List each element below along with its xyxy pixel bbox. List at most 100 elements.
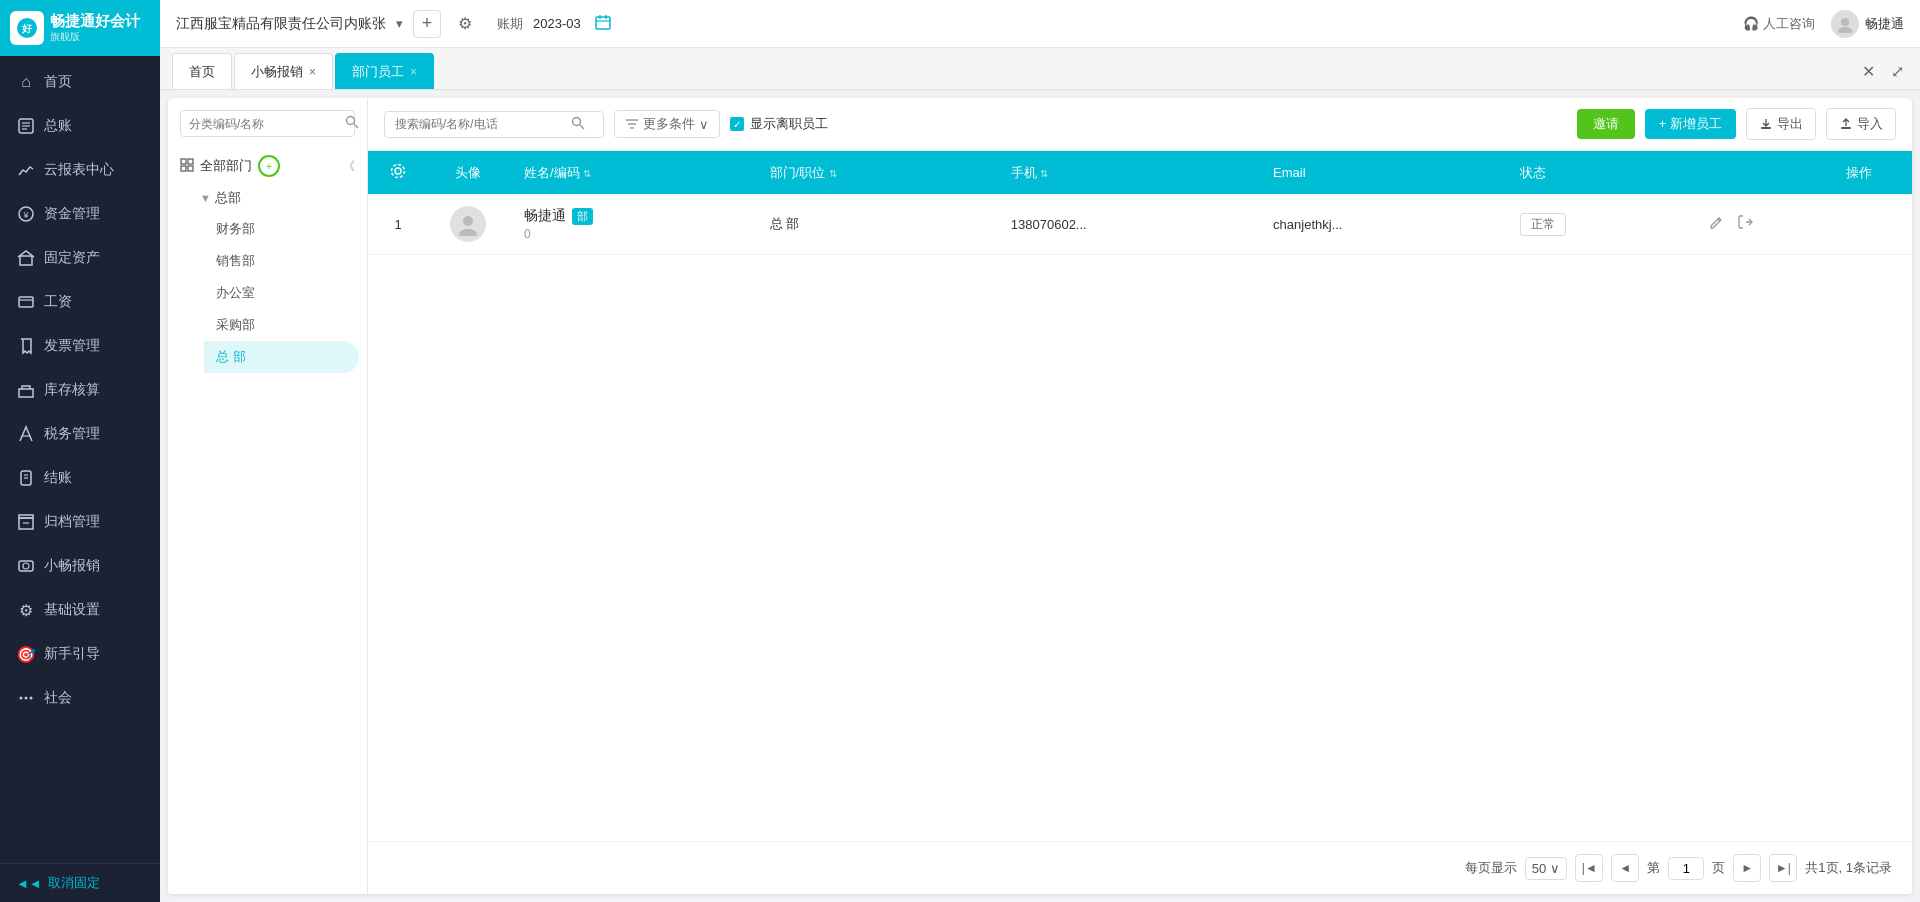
sort-icon-name: ⇅ <box>583 168 591 179</box>
col-name-code[interactable]: 姓名/编码 ⇅ <box>508 151 754 194</box>
filter-btn[interactable]: 更多条件 ∨ <box>614 110 720 138</box>
sidebar-item-guide[interactable]: 🎯 新手引导 <box>0 632 160 676</box>
export-label: 导出 <box>1777 115 1803 133</box>
dept-search-input[interactable] <box>189 117 339 131</box>
sidebar-item-more[interactable]: 社会 <box>0 676 160 720</box>
cancel-pin-btn[interactable]: ◄◄ 取消固定 <box>0 863 160 902</box>
show-resigned-label[interactable]: ✓ 显示离职员工 <box>730 115 828 133</box>
last-page-btn[interactable]: ►| <box>1769 854 1797 882</box>
row-avatar-cell <box>428 194 508 255</box>
edit-btn[interactable] <box>1709 214 1725 234</box>
close-tab-btn[interactable]: ✕ <box>1858 58 1879 85</box>
show-resigned-text: 显示离职员工 <box>750 115 828 133</box>
service-btn[interactable]: 🎧 人工咨询 <box>1743 15 1815 33</box>
row-name-code: 畅捷通 部 0 <box>508 194 754 255</box>
col-dept-position[interactable]: 部门/职位 ⇅ <box>754 151 995 194</box>
dept-office[interactable]: 办公室 <box>204 277 359 309</box>
dept-finance[interactable]: 财务部 <box>204 213 359 245</box>
add-company-btn[interactable]: + <box>413 10 441 38</box>
dept-purchase-label: 采购部 <box>216 317 255 332</box>
add-employee-btn[interactable]: + 新增员工 <box>1645 109 1736 139</box>
tab-report[interactable]: 小畅报销 × <box>234 53 333 89</box>
row-status: 正常 <box>1504 194 1694 255</box>
sidebar-item-closing[interactable]: 结账 <box>0 456 160 500</box>
tab-employee-close[interactable]: × <box>410 65 417 79</box>
sort-icon-dept: ⇅ <box>829 168 837 179</box>
dept-office-label: 办公室 <box>216 285 255 300</box>
svg-rect-9 <box>19 297 33 307</box>
tab-employee-label: 部门员工 <box>352 63 404 81</box>
assets-icon <box>16 248 36 268</box>
svg-text:¥: ¥ <box>22 210 29 220</box>
next-page-btn[interactable]: ► <box>1733 854 1761 882</box>
nav-label-more: 社会 <box>44 689 72 707</box>
logo-title: 畅捷通好会计 <box>50 12 140 30</box>
export-btn[interactable]: 导出 <box>1746 108 1816 140</box>
tab-home[interactable]: 首页 <box>172 53 232 89</box>
svg-rect-17 <box>19 515 33 518</box>
inventory-icon <box>16 380 36 400</box>
sidebar-item-settings[interactable]: ⚙ 基础设置 <box>0 588 160 632</box>
service-label: 人工咨询 <box>1763 15 1815 33</box>
invite-btn[interactable]: 邀请 <box>1577 109 1635 139</box>
table-row: 1 <box>368 194 1912 255</box>
sidebar-item-inventory[interactable]: 库存核算 <box>0 368 160 412</box>
sidebar-item-invoice[interactable]: 发票管理 <box>0 324 160 368</box>
sidebar-item-expense[interactable]: 小畅报销 <box>0 544 160 588</box>
tabs-bar: 首页 小畅报销 × 部门员工 × ✕ ⤢ <box>160 48 1920 90</box>
tab-employee[interactable]: 部门员工 × <box>335 53 434 89</box>
sidebar-item-salary[interactable]: 工资 <box>0 280 160 324</box>
dept-tree: ▼ 总部 财务部 销售部 办公室 采购 <box>168 183 367 373</box>
dept-search-btn[interactable] <box>345 115 359 132</box>
user-name: 畅捷通 <box>1865 15 1904 33</box>
svg-point-23 <box>30 697 33 700</box>
all-dept-header[interactable]: 全部部门 + 《 <box>168 149 367 183</box>
sidebar-item-ledger[interactable]: 总账 <box>0 104 160 148</box>
svg-rect-8 <box>20 256 32 265</box>
dept-hq-header[interactable]: ▼ 总部 <box>188 183 367 213</box>
dept-sales[interactable]: 销售部 <box>204 245 359 277</box>
import-btn[interactable]: 导入 <box>1826 108 1896 140</box>
page-size-value: 50 <box>1532 861 1546 876</box>
logout-btn[interactable] <box>1737 214 1753 234</box>
nav-label-closing: 结账 <box>44 469 72 487</box>
sidebar-item-funds[interactable]: ¥ 资金管理 <box>0 192 160 236</box>
sidebar-item-home[interactable]: ⌂ 首页 <box>0 60 160 104</box>
sidebar-item-archive[interactable]: 归档管理 <box>0 500 160 544</box>
dept-general[interactable]: 总 部 <box>204 341 359 373</box>
page-input[interactable] <box>1668 857 1704 880</box>
svg-point-22 <box>25 697 28 700</box>
employee-search-input[interactable] <box>395 117 565 131</box>
maximize-tab-btn[interactable]: ⤢ <box>1887 58 1908 85</box>
status-badge: 正常 <box>1520 213 1566 236</box>
dept-purchase[interactable]: 采购部 <box>204 309 359 341</box>
right-panel: 更多条件 ∨ ✓ 显示离职员工 邀请 + 新增员工 <box>368 98 1912 894</box>
calendar-icon[interactable] <box>595 14 611 34</box>
svg-text:好: 好 <box>21 23 33 34</box>
page-size-select[interactable]: 50 ∨ <box>1525 857 1567 880</box>
salary-icon <box>16 292 36 312</box>
home-icon: ⌂ <box>16 72 36 92</box>
settings-gear-btn[interactable]: ⚙ <box>451 10 479 38</box>
prev-page-btn[interactable]: ◄ <box>1611 854 1639 882</box>
company-dropdown-btn[interactable]: ▾ <box>396 16 403 31</box>
tab-report-close[interactable]: × <box>309 65 316 79</box>
collapse-icon[interactable]: 《 <box>343 158 355 175</box>
all-dept-label: 全部部门 <box>200 157 252 175</box>
avatar <box>1831 10 1859 38</box>
sidebar-item-assets[interactable]: 固定资产 <box>0 236 160 280</box>
show-resigned-checkbox[interactable]: ✓ <box>730 117 744 131</box>
employee-search-btn[interactable] <box>571 116 585 133</box>
sidebar-item-reports[interactable]: 云报表中心 <box>0 148 160 192</box>
row-actions <box>1693 194 1912 255</box>
expense-icon <box>16 556 36 576</box>
svg-point-21 <box>20 697 23 700</box>
user-info[interactable]: 畅捷通 <box>1831 10 1904 38</box>
first-page-btn[interactable]: |◄ <box>1575 854 1603 882</box>
nav-menu: ⌂ 首页 总账 云报表中心 <box>0 56 160 863</box>
sidebar-item-tax[interactable]: 税务管理 <box>0 412 160 456</box>
col-settings[interactable] <box>368 151 428 194</box>
dept-add-badge[interactable]: + <box>258 155 280 177</box>
col-phone[interactable]: 手机 ⇅ <box>995 151 1257 194</box>
guide-icon: 🎯 <box>16 644 36 664</box>
